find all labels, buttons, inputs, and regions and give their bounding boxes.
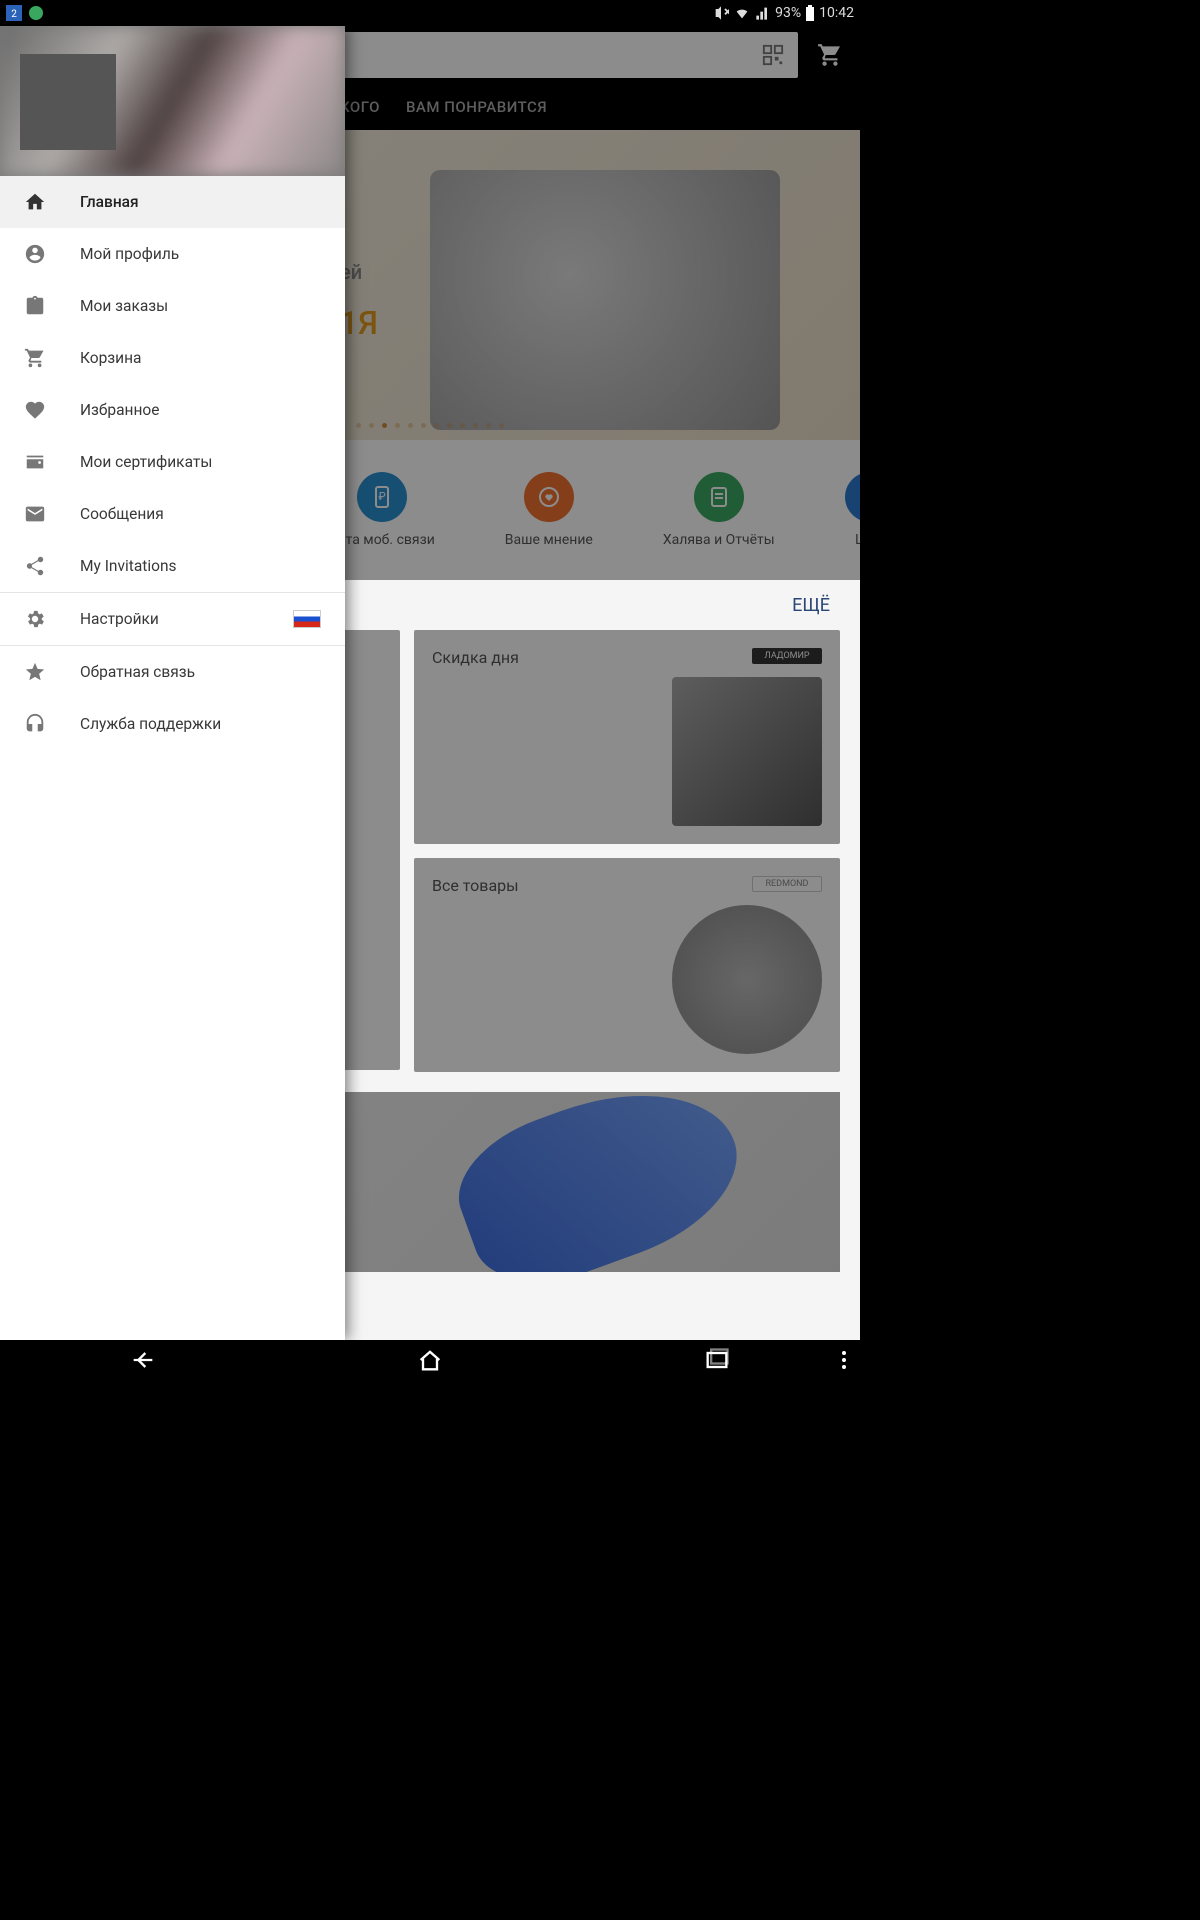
qr-scan-icon[interactable] <box>762 44 784 66</box>
nav-certificates[interactable]: Мои сертификаты <box>0 436 345 488</box>
clipboard-icon <box>707 485 731 509</box>
nav-label: Мои заказы <box>80 297 168 315</box>
star-icon <box>24 661 46 683</box>
nav-settings[interactable]: Настройки <box>0 593 345 645</box>
product-card-all[interactable]: Все товары REDMOND <box>414 858 840 1072</box>
app-icon-1: 2 <box>6 5 22 21</box>
brand-badge: ЛАДОМИР <box>752 648 822 664</box>
recents-button[interactable] <box>677 1346 757 1374</box>
nav-orders[interactable]: Мои заказы <box>0 280 345 332</box>
quicklink-mobile[interactable]: ₽лата моб. связи <box>330 472 435 548</box>
nav-label: Избранное <box>80 401 159 419</box>
home-icon <box>24 191 46 213</box>
svg-text:2: 2 <box>11 9 17 20</box>
nav-profile[interactable]: Мой профиль <box>0 228 345 280</box>
product-card-deal[interactable]: Скидка дня ЛАДОМИР <box>414 630 840 844</box>
recents-icon <box>703 1346 731 1374</box>
clock: 10:42 <box>819 5 854 21</box>
nav-label: Настройки <box>80 610 159 628</box>
nav-cart[interactable]: Корзина <box>0 332 345 384</box>
nav-label: Обратная связь <box>80 663 195 681</box>
brand-badge-2: REDMOND <box>752 876 822 892</box>
quicklink-feedback[interactable]: Ваше мнение <box>505 472 593 548</box>
drawer-header[interactable] <box>0 26 345 176</box>
clipboard-icon <box>24 295 46 317</box>
nav-feedback[interactable]: Обратная связь <box>0 646 345 698</box>
quicklink-freebie[interactable]: Халява и Отчёты <box>663 472 775 548</box>
gear-icon <box>24 608 46 630</box>
cart-button[interactable] <box>810 35 850 75</box>
back-button[interactable] <box>103 1346 183 1374</box>
signal-icon <box>755 5 771 21</box>
battery-percent: 93% <box>775 5 801 21</box>
mail-icon <box>24 503 46 525</box>
back-icon <box>129 1346 157 1374</box>
nav-wishlist[interactable]: Избранное <box>0 384 345 436</box>
nav-label: Корзина <box>80 349 142 367</box>
person-icon <box>24 243 46 265</box>
share-icon <box>24 555 46 577</box>
cart-icon <box>24 347 46 369</box>
svg-text:₽: ₽ <box>379 490 386 503</box>
banner-image <box>430 170 780 430</box>
mute-icon <box>713 5 729 21</box>
all-products-label: Все товары <box>432 876 519 895</box>
nav-label: Мой профиль <box>80 245 179 263</box>
quicklink-shop[interactable]: Шоп <box>845 472 860 548</box>
nav-label: My Invitations <box>80 557 177 575</box>
shoe-image <box>441 1092 759 1272</box>
more-link[interactable]: ЕЩЁ <box>792 595 830 616</box>
nav-messages[interactable]: Сообщения <box>0 488 345 540</box>
headset-icon <box>24 713 46 735</box>
nav-label: Служба поддержки <box>80 715 221 733</box>
battery-icon <box>805 5 815 21</box>
wave-icon <box>858 485 860 509</box>
nav-label: Главная <box>80 193 139 211</box>
nav-support[interactable]: Служба поддержки <box>0 698 345 750</box>
heart-icon <box>24 399 46 421</box>
home-outline-icon <box>416 1346 444 1374</box>
nav-label: Сообщения <box>80 505 164 523</box>
wifi-icon <box>733 5 751 21</box>
deal-label: Скидка дня <box>432 648 519 667</box>
russia-flag-icon <box>293 610 321 628</box>
wallet-icon <box>24 451 46 473</box>
product-image-vacuum <box>672 905 822 1054</box>
nav-invitations[interactable]: My Invitations <box>0 540 345 592</box>
system-nav-bar <box>0 1340 860 1380</box>
status-bar: 2 93% 10:42 <box>0 0 860 26</box>
cart-icon <box>817 42 843 68</box>
phone-icon: ₽ <box>370 485 394 509</box>
heart-bubble-icon <box>537 485 561 509</box>
navigation-drawer: Главная Мой профиль Мои заказы Корзина И… <box>0 26 345 1340</box>
app-icon-2 <box>28 5 44 21</box>
home-button[interactable] <box>390 1346 470 1374</box>
nav-home[interactable]: Главная <box>0 176 345 228</box>
tab-recommended[interactable]: ВАМ ПОНРАВИТСЯ <box>406 98 547 116</box>
product-image-kettle <box>672 677 822 826</box>
overflow-button[interactable] <box>842 1351 846 1369</box>
nav-label: Мои сертификаты <box>80 453 212 471</box>
avatar <box>20 54 116 150</box>
